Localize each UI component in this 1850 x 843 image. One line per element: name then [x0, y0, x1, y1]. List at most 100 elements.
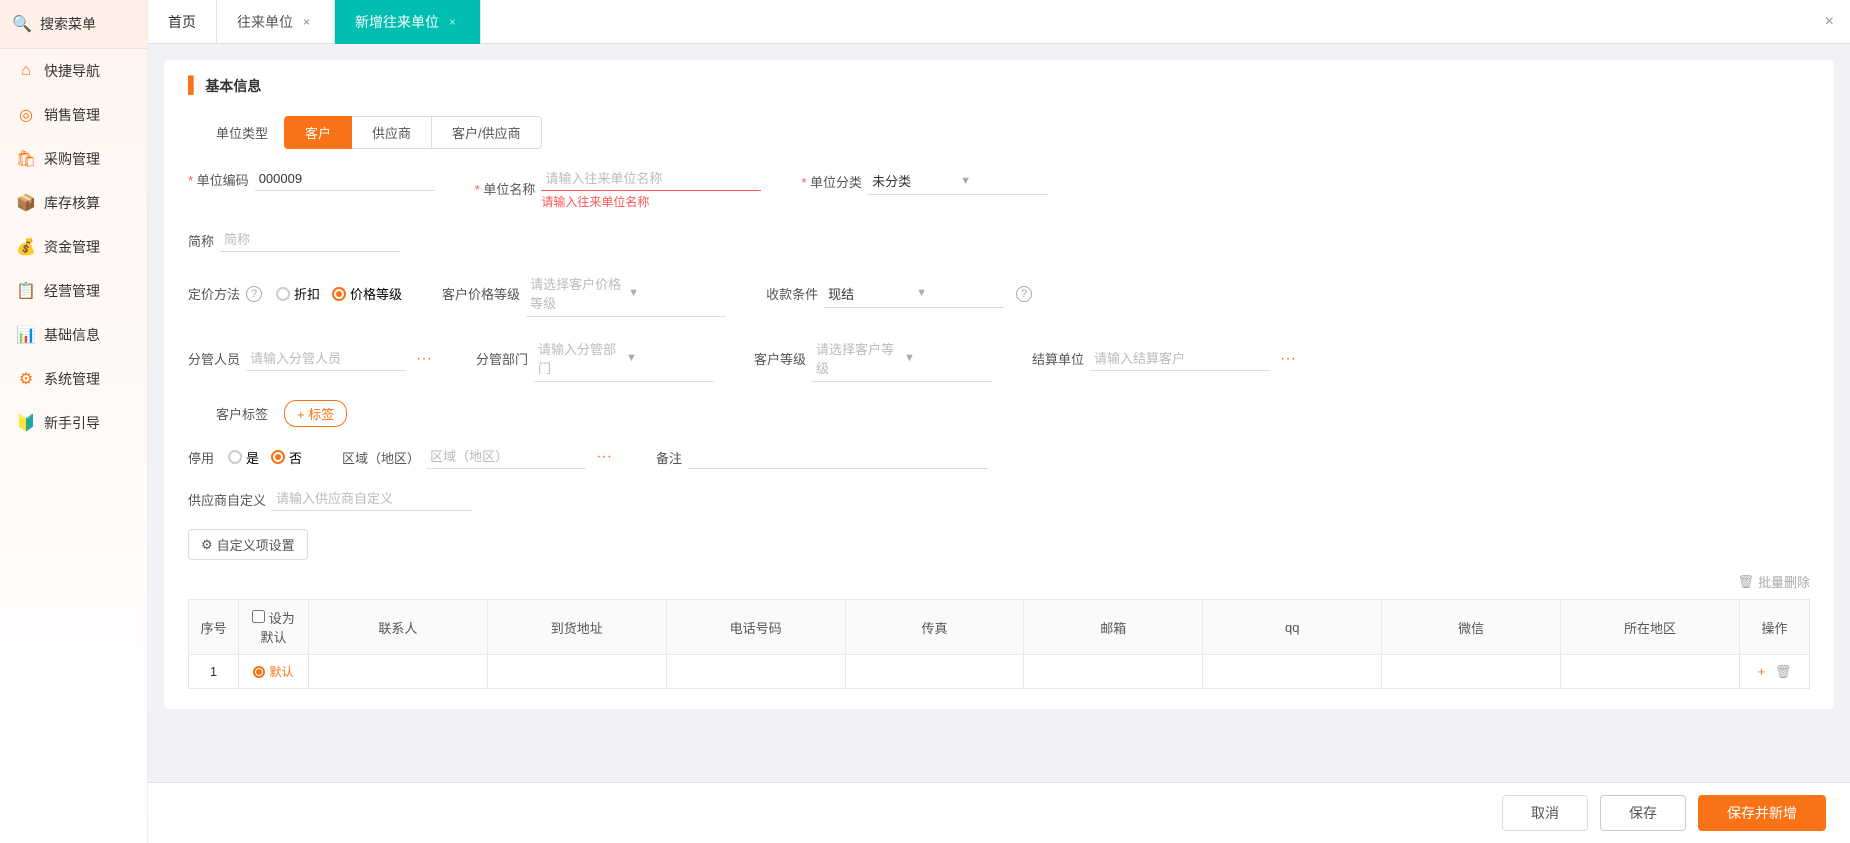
row-address [487, 655, 666, 689]
row-fax [845, 655, 1024, 689]
batch-delete-label[interactable]: 批量删除 [1758, 572, 1810, 591]
cancel-button[interactable]: 取消 [1502, 795, 1588, 831]
department-select[interactable]: 请输入分管部门 ▼ [534, 335, 714, 382]
save-button[interactable]: 保存 [1600, 795, 1686, 831]
row-no: 1 [189, 655, 239, 689]
tab-new-contact-close[interactable]: × [445, 13, 460, 31]
unit-category-label: 单位分类 [801, 172, 862, 191]
pricing-radio-level[interactable]: 价格等级 [332, 284, 402, 303]
col-default-checkbox[interactable] [252, 610, 265, 623]
btn-type-supplier[interactable]: 供应商 [352, 116, 431, 149]
row-address-input[interactable] [498, 664, 656, 679]
row-action: + 🗑 [1740, 655, 1810, 689]
row-delete-button[interactable]: 🗑 [1775, 664, 1792, 679]
col-region: 所在地区 [1561, 600, 1740, 655]
field-customer-price: 客户价格等级 请选择客户价格等级 ▼ [442, 270, 726, 317]
unit-type-row: 单位类型 客户 供应商 客户/供应商 [188, 116, 1810, 149]
sidebar-item-sales[interactable]: ◎ 销售管理 [0, 93, 147, 137]
pricing-method-help-icon[interactable]: ? [246, 286, 262, 302]
search-icon: 🔍 [12, 14, 32, 34]
remark-input[interactable] [688, 445, 988, 469]
short-name-label: 简称 [188, 231, 214, 250]
manager-input[interactable] [246, 347, 406, 371]
col-default: 设为默认 [239, 600, 309, 655]
tab-home[interactable]: 首页 [148, 0, 217, 44]
settlement-unit-dots[interactable]: ··· [1276, 350, 1300, 368]
sidebar-search[interactable]: 🔍 搜索菜单 [0, 0, 147, 49]
row-short-name: 简称 [188, 228, 1810, 252]
disable-radio-no[interactable]: 否 [271, 448, 302, 467]
row-qq-input[interactable] [1213, 664, 1371, 679]
tab-bar: 首页 往来单位 × 新增往来单位 × × [148, 0, 1850, 44]
payment-terms-help-icon[interactable]: ? [1016, 286, 1032, 302]
customer-level-label: 客户等级 [754, 349, 806, 368]
btn-type-customer[interactable]: 客户 [284, 116, 352, 149]
batch-delete-area: 🗑 批量删除 [188, 572, 1810, 591]
row-email-input[interactable] [1034, 664, 1192, 679]
field-customer-level: 客户等级 请选择客户等级 ▼ [754, 335, 992, 382]
remark-label: 备注 [656, 448, 682, 467]
customer-price-select[interactable]: 请选择客户价格等级 ▼ [526, 270, 726, 317]
custom-settings-button[interactable]: ⚙ 自定义项设置 [188, 529, 308, 560]
contact-table: 序号 设为默认 联系人 到货地址 电话号码 传真 邮箱 qq 微信 所在地区 [188, 599, 1810, 689]
payment-terms-select[interactable]: 现结 ▼ [824, 280, 1004, 308]
manager-dots[interactable]: ··· [412, 350, 436, 368]
sidebar-item-label: 基础信息 [44, 325, 100, 345]
sidebar-item-operations[interactable]: 📋 经营管理 [0, 269, 147, 313]
save-new-button[interactable]: 保存并新增 [1698, 795, 1826, 831]
row-add-button[interactable]: + [1758, 664, 1766, 679]
row-fax-input[interactable] [856, 664, 1014, 679]
row-wechat-input[interactable] [1392, 664, 1550, 679]
supplier-custom-input[interactable] [272, 487, 472, 511]
field-unit-code: 单位编码 [188, 167, 435, 191]
unit-code-input[interactable] [255, 167, 435, 191]
field-settlement-unit: 结算单位 ··· [1032, 347, 1300, 371]
sidebar-item-basic-info[interactable]: 📊 基础信息 [0, 313, 147, 357]
supplier-custom-label: 供应商自定义 [188, 490, 266, 509]
pricing-method-label: 定价方法 [188, 284, 240, 303]
sales-icon: ◎ [16, 105, 36, 125]
sidebar-item-purchase[interactable]: 🛍 采购管理 [0, 137, 147, 181]
unit-name-input[interactable] [541, 167, 761, 191]
tab-contacts-close[interactable]: × [299, 13, 314, 31]
sidebar: 🔍 搜索菜单 ⌂ 快捷导航 ◎ 销售管理 🛍 采购管理 📦 库存核算 💰 资金管… [0, 0, 148, 843]
settlement-unit-input[interactable] [1090, 347, 1270, 371]
pricing-radio-discount-circle [276, 287, 290, 301]
pricing-radio-discount[interactable]: 折扣 [276, 284, 320, 303]
row-manager: 分管人员 ··· 分管部门 请输入分管部门 ▼ 客户等级 请选择客户等级 ▼ [188, 335, 1810, 382]
sidebar-item-label: 快捷导航 [44, 61, 100, 81]
close-window-button[interactable]: × [1809, 13, 1850, 30]
sidebar-item-system[interactable]: ⚙ 系统管理 [0, 357, 147, 401]
region-dots[interactable]: ··· [592, 448, 616, 466]
disable-radio-yes[interactable]: 是 [228, 448, 259, 467]
row-phone-input[interactable] [677, 664, 835, 679]
customer-level-select[interactable]: 请选择客户等级 ▼ [812, 335, 992, 382]
row-contact-input[interactable] [319, 664, 477, 679]
unit-category-select[interactable]: 未分类 ▼ [868, 167, 1048, 195]
region-input[interactable] [426, 445, 586, 469]
row-region-input[interactable] [1571, 664, 1729, 679]
tab-contacts[interactable]: 往来单位 × [217, 0, 335, 44]
customer-level-chevron: ▼ [904, 352, 988, 364]
tab-new-contact[interactable]: 新增往来单位 × [335, 0, 481, 44]
row-qq [1203, 655, 1382, 689]
main-area: 首页 往来单位 × 新增往来单位 × × ▌ 基本信息 单位类型 客户 供应商 [148, 0, 1850, 843]
short-name-input[interactable] [220, 228, 400, 252]
sidebar-item-quick-nav[interactable]: ⌂ 快捷导航 [0, 49, 147, 93]
col-email: 邮箱 [1024, 600, 1203, 655]
sidebar-item-finance[interactable]: 💰 资金管理 [0, 225, 147, 269]
btn-type-both[interactable]: 客户/供应商 [431, 116, 542, 149]
sidebar-item-label: 资金管理 [44, 237, 100, 257]
search-label: 搜索菜单 [40, 14, 96, 34]
customer-tags-label: 客户标签 [188, 404, 268, 423]
add-tag-button[interactable]: + 标签 [284, 400, 347, 427]
department-label: 分管部门 [476, 349, 528, 368]
form-card: ▌ 基本信息 单位类型 客户 供应商 客户/供应商 单位编码 单位名称 [164, 60, 1834, 709]
payment-terms-label: 收款条件 [766, 284, 818, 303]
section-title: ▌ 基本信息 [188, 76, 1810, 96]
sidebar-item-newbie[interactable]: 🔰 新手引导 [0, 401, 147, 445]
col-qq: qq [1203, 600, 1382, 655]
sidebar-item-label: 新手引导 [44, 413, 100, 433]
row-unit-info: 单位编码 单位名称 请输入往来单位名称 单位分类 未分类 ▼ [188, 167, 1810, 210]
sidebar-item-inventory[interactable]: 📦 库存核算 [0, 181, 147, 225]
